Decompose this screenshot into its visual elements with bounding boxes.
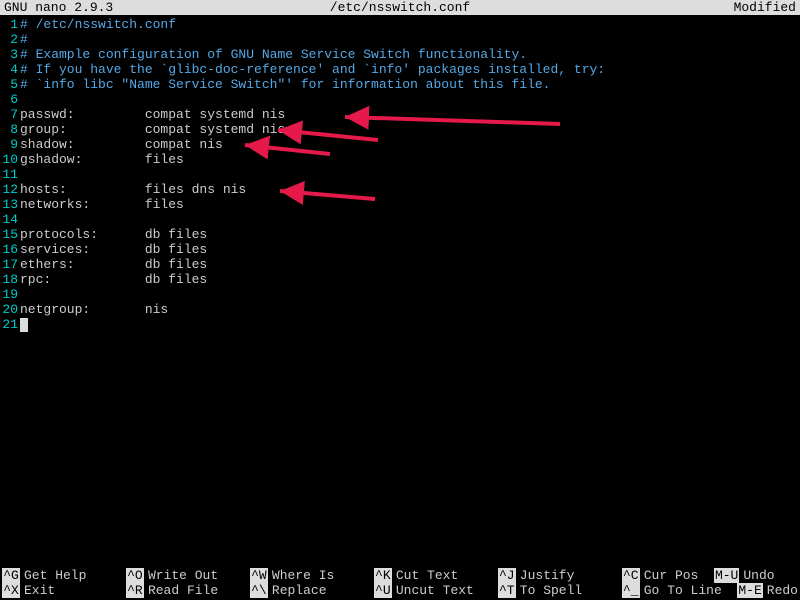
shortcut-replace[interactable]: ^\ Replace — [250, 583, 370, 598]
line-number: 19 — [0, 287, 18, 302]
shortcut-key: ^\ — [250, 583, 268, 598]
title-bar: GNU nano 2.9.3 /etc/nsswitch.conf Modifi… — [0, 0, 800, 15]
shortcut-label: Go To Line — [644, 583, 722, 598]
line-number: 3 — [0, 47, 18, 62]
code-line[interactable]: rpc: db files — [20, 272, 800, 287]
code-line[interactable]: netgroup: nis — [20, 302, 800, 317]
shortcut-label: Uncut Text — [396, 583, 474, 598]
shortcut-key: ^C — [622, 568, 640, 583]
shortcut-cut-text[interactable]: ^K Cut Text — [374, 568, 494, 583]
shortcut-cur-pos[interactable]: ^C Cur Pos M-U Undo — [622, 568, 798, 583]
code-line[interactable]: services: db files — [20, 242, 800, 257]
line-number: 18 — [0, 272, 18, 287]
code-line[interactable]: # /etc/nsswitch.conf — [20, 17, 800, 32]
shortcut-read-file[interactable]: ^R Read File — [126, 583, 246, 598]
shortcut-uncut-text[interactable]: ^U Uncut Text — [374, 583, 494, 598]
code-line[interactable]: protocols: db files — [20, 227, 800, 242]
shortcut-label: To Spell — [520, 583, 582, 598]
shortcut-label: Exit — [24, 583, 55, 598]
shortcut-to-spell[interactable]: ^T To Spell — [498, 583, 618, 598]
shortcut-key: ^G — [2, 568, 20, 583]
cursor — [20, 318, 28, 332]
shortcut-key: ^R — [126, 583, 144, 598]
line-number: 12 — [0, 182, 18, 197]
shortcut-label: Get Help — [24, 568, 86, 583]
shortcut-exit[interactable]: ^X Exit — [2, 583, 122, 598]
line-number: 11 — [0, 167, 18, 182]
code-line[interactable] — [20, 92, 800, 107]
line-number: 5 — [0, 77, 18, 92]
code-line[interactable]: networks: files — [20, 197, 800, 212]
file-content[interactable]: # /etc/nsswitch.conf## Example configura… — [20, 17, 800, 332]
line-number: 2 — [0, 32, 18, 47]
code-line[interactable]: # `info libc "Name Service Switch"' for … — [20, 77, 800, 92]
shortcut-label: Cur Pos — [644, 568, 699, 583]
code-line[interactable] — [20, 317, 800, 332]
shortcut-label: Write Out — [148, 568, 218, 583]
line-number: 16 — [0, 242, 18, 257]
line-number: 14 — [0, 212, 18, 227]
shortcut-label: Redo — [767, 583, 798, 598]
line-number: 7 — [0, 107, 18, 122]
app-name: GNU nano 2.9.3 — [4, 0, 113, 15]
line-number: 6 — [0, 92, 18, 107]
line-number: 9 — [0, 137, 18, 152]
modified-status: Modified — [734, 0, 796, 15]
shortcut-label: Read File — [148, 583, 218, 598]
shortcut-get-help[interactable]: ^G Get Help — [2, 568, 122, 583]
shortcut-label: Justify — [520, 568, 575, 583]
shortcut-key: ^J — [498, 568, 516, 583]
code-line[interactable]: # Example configuration of GNU Name Serv… — [20, 47, 800, 62]
line-number: 17 — [0, 257, 18, 272]
shortcut-key: ^_ — [622, 583, 640, 598]
code-line[interactable]: ethers: db files — [20, 257, 800, 272]
code-line[interactable]: group: compat systemd nis — [20, 122, 800, 137]
shortcut-label: Replace — [272, 583, 327, 598]
shortcut-key: ^O — [126, 568, 144, 583]
shortcut-justify[interactable]: ^J Justify — [498, 568, 618, 583]
code-line[interactable]: # — [20, 32, 800, 47]
code-line[interactable]: passwd: compat systemd nis — [20, 107, 800, 122]
code-line[interactable] — [20, 167, 800, 182]
line-number: 13 — [0, 197, 18, 212]
shortcut-key: M-E — [737, 583, 762, 598]
shortcut-key: M-U — [714, 568, 739, 583]
shortcut-key: ^K — [374, 568, 392, 583]
file-path: /etc/nsswitch.conf — [330, 0, 470, 15]
code-line[interactable]: shadow: compat nis — [20, 137, 800, 152]
shortcut-label: Cut Text — [396, 568, 458, 583]
editor-area[interactable]: 123456789101112131415161718192021 # /etc… — [0, 15, 800, 332]
shortcut-key: ^W — [250, 568, 268, 583]
line-number: 1 — [0, 17, 18, 32]
shortcut-bar: ^G Get Help ^O Write Out ^W Where Is ^K Cut Tex… — [0, 568, 800, 600]
shortcut-key: ^T — [498, 583, 516, 598]
code-line[interactable]: gshadow: files — [20, 152, 800, 167]
code-line[interactable]: # If you have the `glibc-doc-reference' … — [20, 62, 800, 77]
code-line[interactable] — [20, 287, 800, 302]
line-number-gutter: 123456789101112131415161718192021 — [0, 17, 20, 332]
shortcut-write-out[interactable]: ^O Write Out — [126, 568, 246, 583]
shortcut-where-is[interactable]: ^W Where Is — [250, 568, 370, 583]
line-number: 8 — [0, 122, 18, 137]
shortcut-label: Undo — [743, 568, 774, 583]
line-number: 21 — [0, 317, 18, 332]
shortcut-label: Where Is — [272, 568, 334, 583]
line-number: 4 — [0, 62, 18, 77]
code-line[interactable]: hosts: files dns nis — [20, 182, 800, 197]
line-number: 20 — [0, 302, 18, 317]
shortcut-key: ^U — [374, 583, 392, 598]
line-number: 15 — [0, 227, 18, 242]
line-number: 10 — [0, 152, 18, 167]
code-line[interactable] — [20, 212, 800, 227]
shortcut-go-to-line[interactable]: ^_ Go To Line M-E Redo — [622, 583, 798, 598]
shortcut-key: ^X — [2, 583, 20, 598]
